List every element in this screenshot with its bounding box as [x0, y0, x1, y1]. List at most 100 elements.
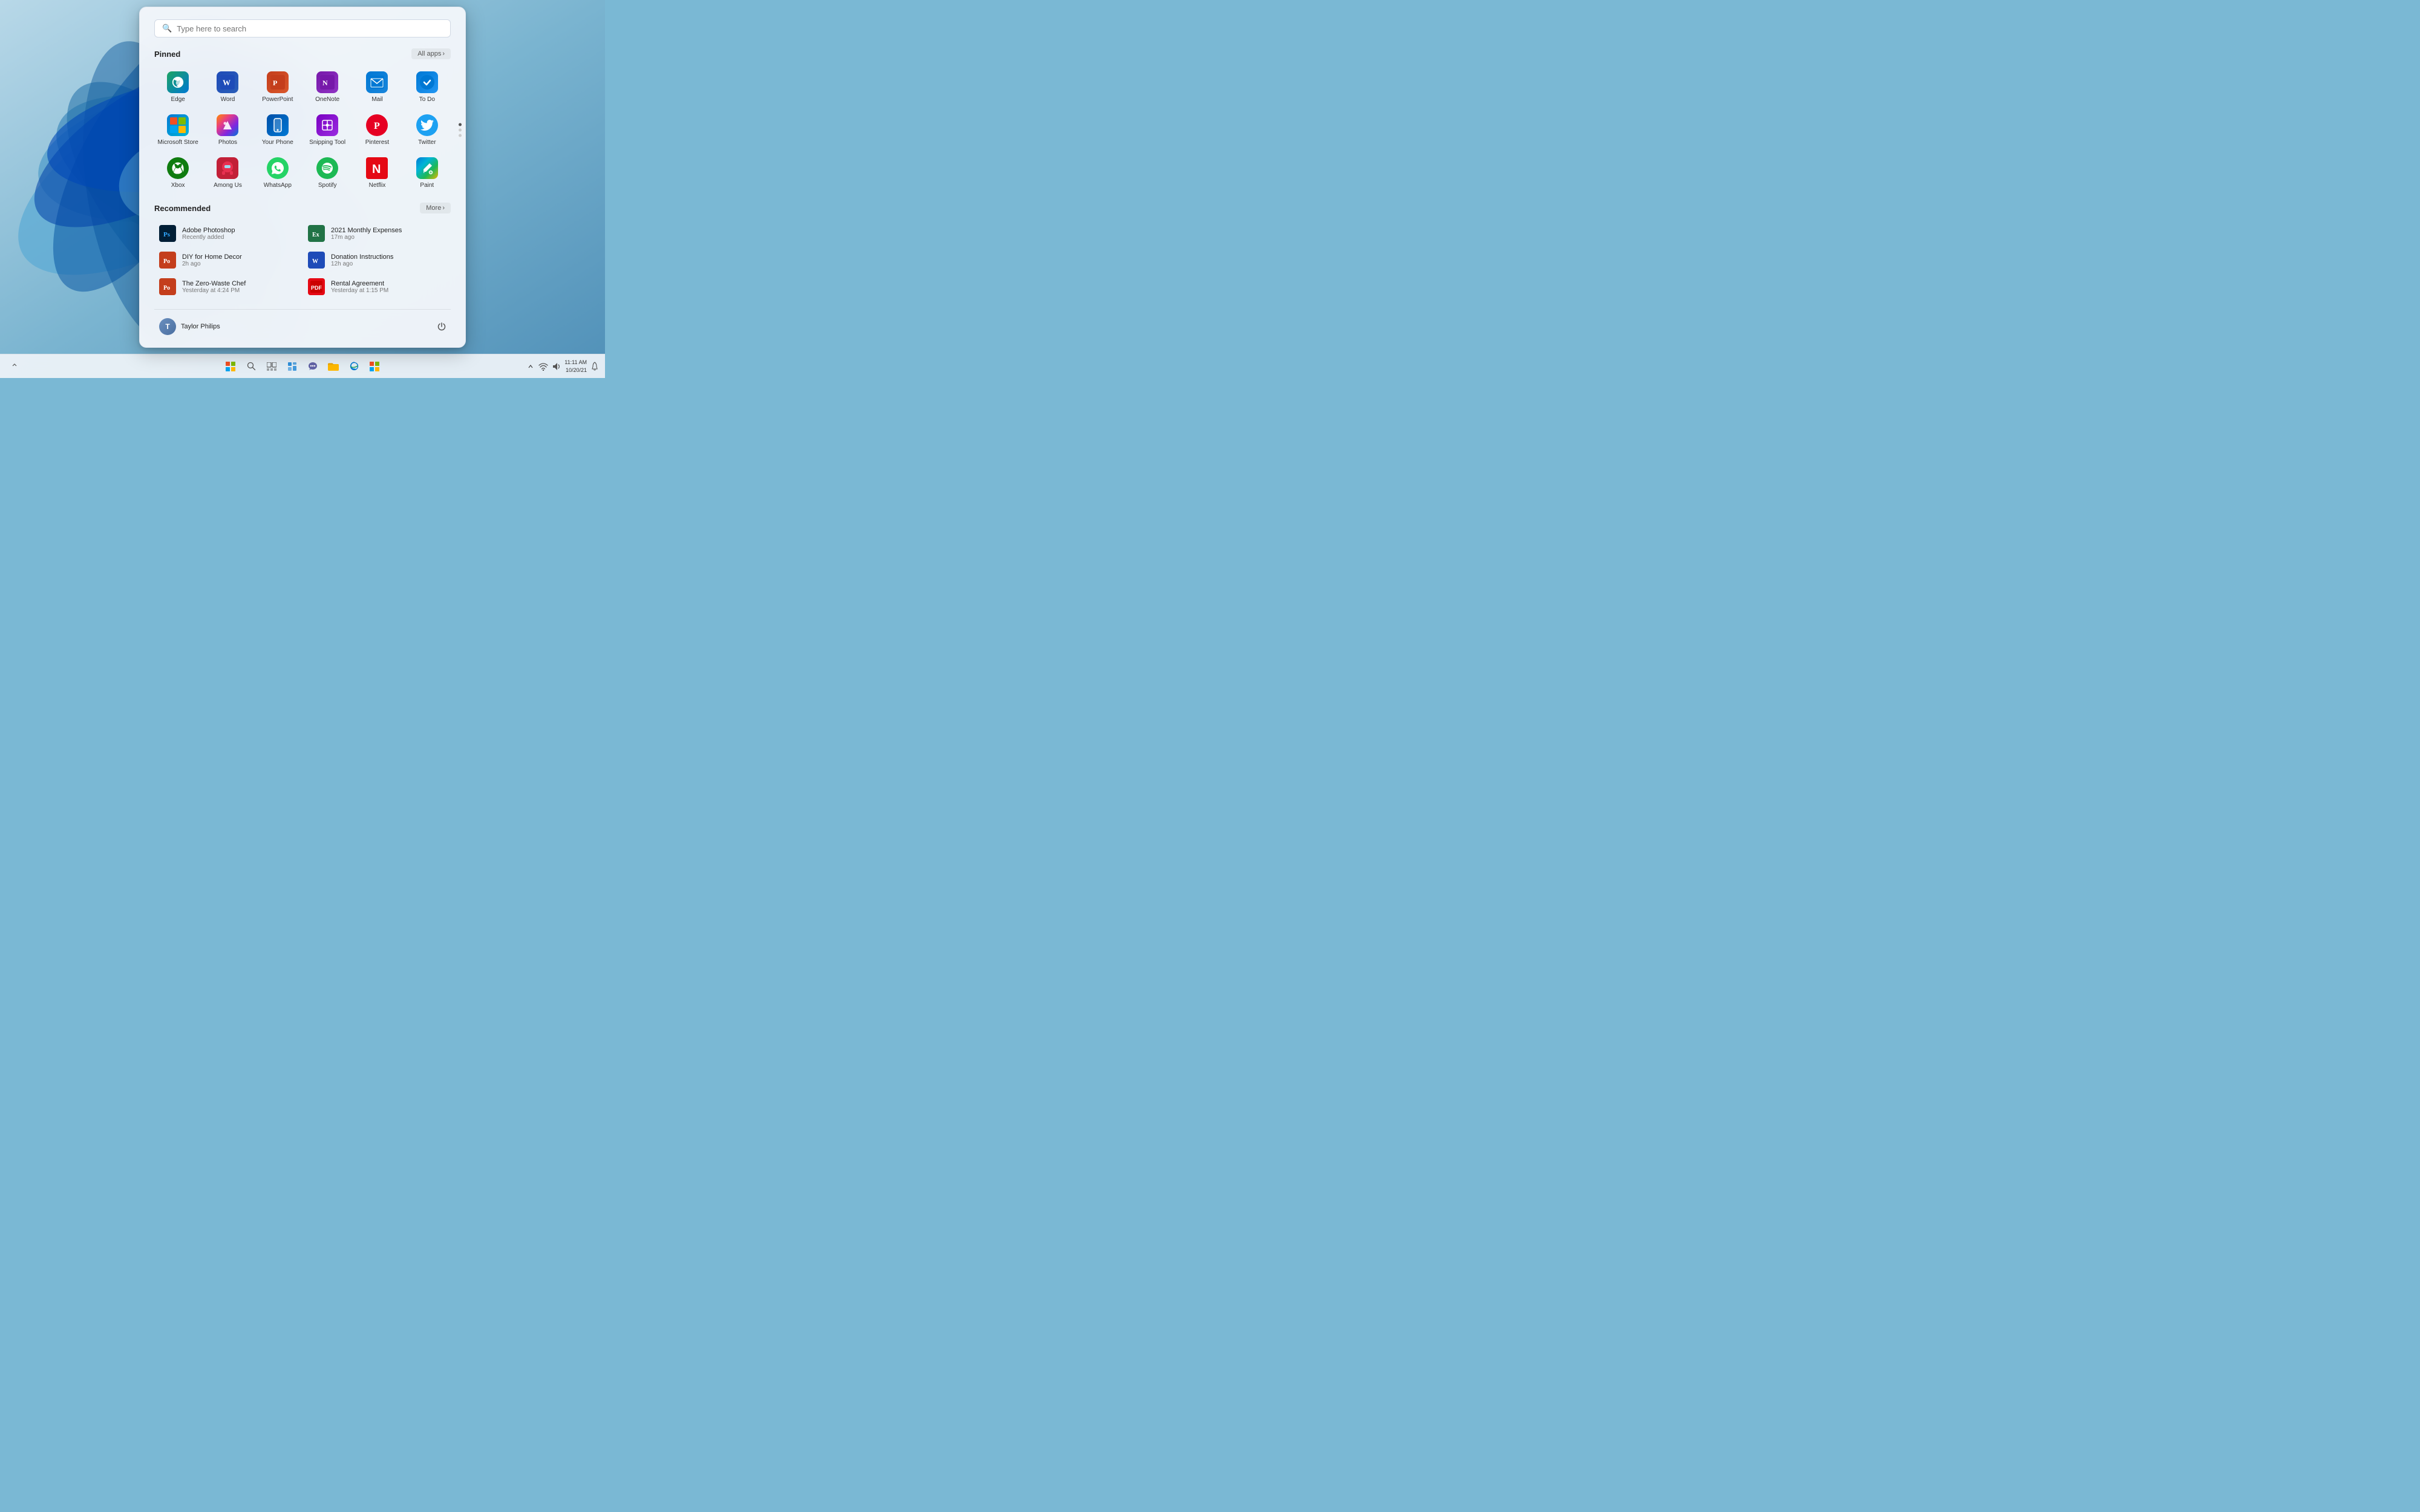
- svg-text:Ps: Ps: [163, 231, 171, 238]
- taskbar-left: [0, 357, 24, 376]
- rec-text-rental: Rental Agreement Yesterday at 1:15 PM: [331, 280, 446, 294]
- rec-zero-waste-chef[interactable]: Po The Zero-Waste Chef Yesterday at 4:24…: [154, 274, 302, 299]
- power-button[interactable]: [433, 318, 451, 336]
- taskbar-widgets-button[interactable]: [283, 357, 302, 376]
- app-whatsapp[interactable]: WhatsApp: [254, 152, 301, 193]
- app-msstore[interactable]: Microsoft Store: [154, 109, 201, 150]
- rec-monthly-expenses[interactable]: Ex 2021 Monthly Expenses 17m ago: [303, 221, 451, 246]
- onenote-icon: N: [316, 71, 338, 93]
- taskbar-task-view-button[interactable]: [262, 357, 281, 376]
- user-name: Taylor Philips: [181, 323, 220, 330]
- app-todo[interactable]: To Do: [404, 67, 451, 107]
- recommended-grid: Ps Adobe Photoshop Recently added Ex: [154, 221, 451, 299]
- yourphone-icon: [267, 114, 289, 136]
- rec-text-expenses: 2021 Monthly Expenses 17m ago: [331, 227, 446, 241]
- xlsx-icon: Ex: [308, 225, 325, 242]
- app-onenote[interactable]: N OneNote: [304, 67, 351, 107]
- rec-adobe-photoshop[interactable]: Ps Adobe Photoshop Recently added: [154, 221, 302, 246]
- pinned-title: Pinned: [154, 50, 180, 59]
- svg-text:N: N: [372, 163, 381, 176]
- search-bar[interactable]: 🔍: [154, 19, 451, 37]
- app-mail[interactable]: Mail: [353, 67, 401, 107]
- user-profile[interactable]: T Taylor Philips: [154, 316, 225, 337]
- pptx-icon-2: Po: [159, 278, 176, 295]
- word-label: Word: [221, 96, 235, 103]
- taskbar-search-button[interactable]: [241, 357, 261, 376]
- app-xbox[interactable]: Xbox: [154, 152, 201, 193]
- xbox-label: Xbox: [171, 182, 185, 189]
- more-button[interactable]: More ›: [420, 203, 451, 213]
- taskbar-chevron-icon[interactable]: [5, 357, 24, 376]
- spotify-label: Spotify: [318, 182, 337, 189]
- pdf-icon: PDF: [308, 278, 325, 295]
- desktop: 🔍 Pinned All apps › Edge: [0, 0, 605, 378]
- rec-donation-instructions[interactable]: W Donation Instructions 12h ago: [303, 247, 451, 273]
- snipping-icon: [316, 114, 338, 136]
- docx-icon: W: [308, 252, 325, 269]
- recommended-header: Recommended More ›: [154, 203, 451, 213]
- app-paint[interactable]: Paint: [404, 152, 451, 193]
- ps-icon: Ps: [159, 225, 176, 242]
- todo-label: To Do: [419, 96, 435, 103]
- svg-text:Po: Po: [163, 285, 170, 292]
- app-spotify[interactable]: Spotify: [304, 152, 351, 193]
- taskbar-store-button[interactable]: [365, 357, 384, 376]
- taskbar-datetime[interactable]: 11:11 AM 10/20/21: [564, 359, 587, 374]
- app-pinterest[interactable]: P Pinterest: [353, 109, 401, 150]
- edge-label: Edge: [171, 96, 185, 103]
- scroll-dot-1: [459, 123, 462, 126]
- taskbar-edge-button[interactable]: [344, 357, 364, 376]
- msstore-icon: [167, 114, 189, 136]
- paint-icon: [416, 157, 438, 179]
- mail-label: Mail: [371, 96, 382, 103]
- app-snipping[interactable]: Snipping Tool: [304, 109, 351, 150]
- taskbar-notification-icon[interactable]: [589, 361, 600, 372]
- edge-icon: [167, 71, 189, 93]
- recommended-title: Recommended: [154, 204, 211, 213]
- taskbar-start-button[interactable]: [221, 357, 240, 376]
- msstore-label: Microsoft Store: [158, 139, 198, 146]
- app-netflix[interactable]: N Netflix: [353, 152, 401, 193]
- app-yourphone[interactable]: Your Phone: [254, 109, 301, 150]
- onenote-label: OneNote: [315, 96, 339, 103]
- amongus-label: Among Us: [214, 182, 242, 189]
- svg-text:N: N: [322, 79, 328, 87]
- taskbar-volume-icon[interactable]: [551, 361, 562, 372]
- pinterest-label: Pinterest: [365, 139, 389, 146]
- app-amongus[interactable]: Among Us: [204, 152, 251, 193]
- whatsapp-label: WhatsApp: [264, 182, 292, 189]
- amongus-icon: [217, 157, 238, 179]
- rec-rental-agreement[interactable]: PDF Rental Agreement Yesterday at 1:15 P…: [303, 274, 451, 299]
- recommended-section: Recommended More › Ps Adobe: [154, 203, 451, 299]
- powerpoint-label: PowerPoint: [262, 96, 293, 103]
- photos-label: Photos: [218, 139, 237, 146]
- word-icon: W: [217, 71, 238, 93]
- todo-icon: [416, 71, 438, 93]
- twitter-icon: [416, 114, 438, 136]
- scroll-dot-2: [459, 128, 462, 131]
- taskbar-chat-button[interactable]: [303, 357, 322, 376]
- all-apps-button[interactable]: All apps ›: [411, 48, 451, 59]
- taskbar-right: 11:11 AM 10/20/21: [526, 359, 605, 374]
- app-edge[interactable]: Edge: [154, 67, 201, 107]
- taskbar-file-explorer-button[interactable]: [324, 357, 343, 376]
- search-input[interactable]: [177, 24, 443, 33]
- app-word[interactable]: W Word: [204, 67, 251, 107]
- rec-diy-home-decor[interactable]: Po DIY for Home Decor 2h ago: [154, 247, 302, 273]
- powerpoint-icon: P: [267, 71, 289, 93]
- yourphone-label: Your Phone: [262, 139, 293, 146]
- start-menu: 🔍 Pinned All apps › Edge: [139, 7, 466, 348]
- paint-label: Paint: [420, 182, 434, 189]
- app-twitter[interactable]: Twitter: [404, 109, 451, 150]
- search-icon: 🔍: [162, 24, 172, 33]
- svg-text:Ex: Ex: [312, 232, 319, 238]
- app-powerpoint[interactable]: P PowerPoint: [254, 67, 301, 107]
- user-avatar: T: [159, 318, 176, 335]
- twitter-label: Twitter: [418, 139, 436, 146]
- app-photos[interactable]: Photos: [204, 109, 251, 150]
- scroll-dot-3: [459, 134, 462, 137]
- taskbar: 11:11 AM 10/20/21: [0, 354, 605, 378]
- taskbar-chevron-up-icon[interactable]: [526, 362, 535, 371]
- taskbar-wifi-icon[interactable]: [538, 361, 549, 372]
- svg-text:Po: Po: [163, 258, 170, 265]
